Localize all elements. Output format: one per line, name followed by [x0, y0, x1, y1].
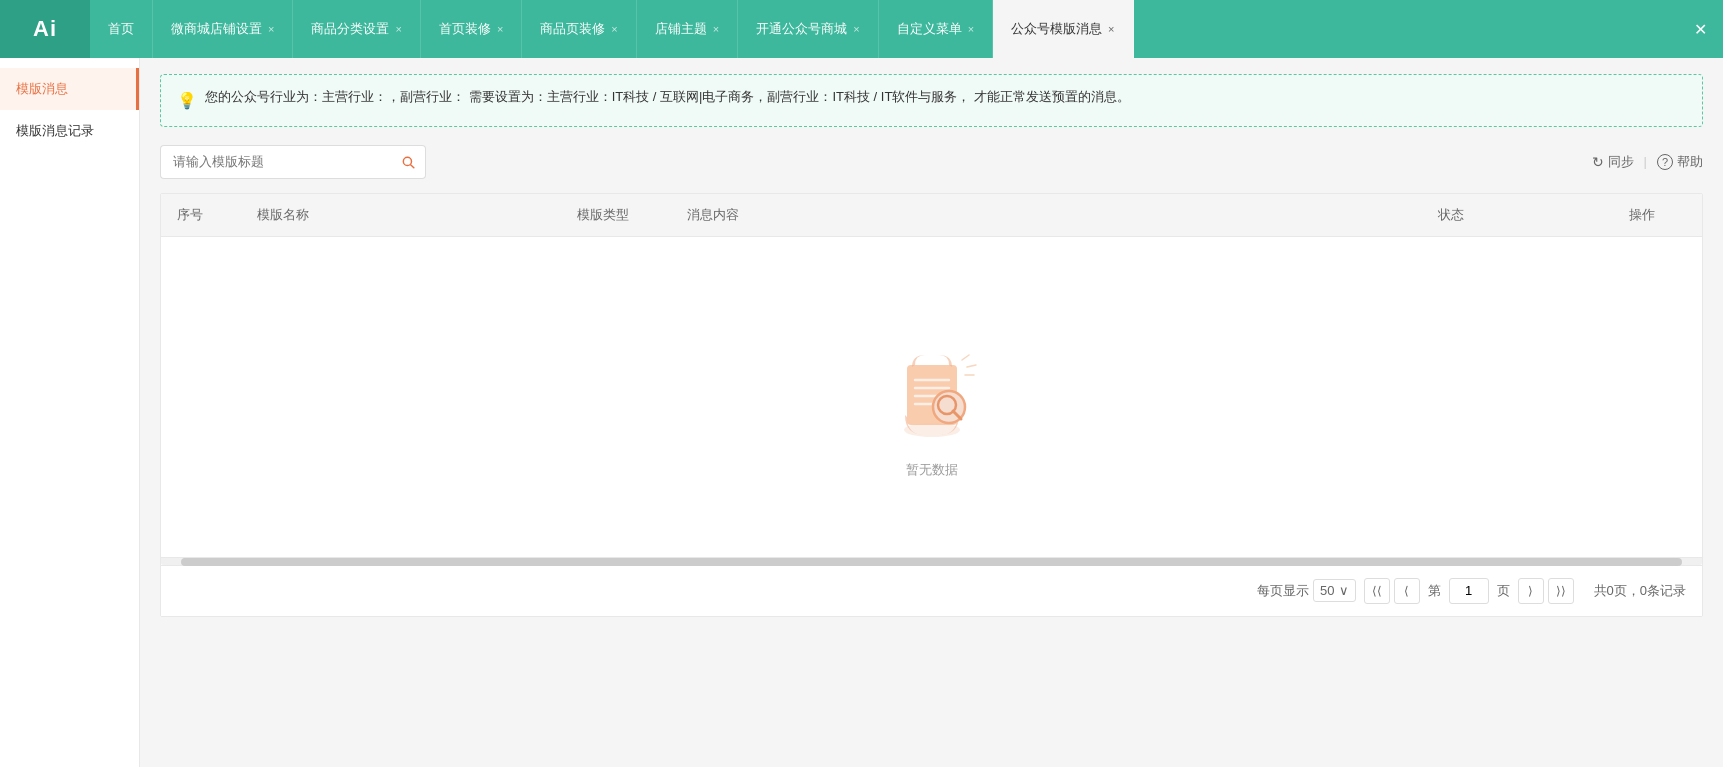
svg-line-12	[967, 365, 976, 367]
close-tab-weshop-icon[interactable]: ×	[268, 23, 274, 35]
page-size-select-box[interactable]: 50 ∨	[1313, 579, 1355, 602]
search-bar: ↻ 同步 | ? 帮助	[160, 145, 1703, 179]
table-header: 序号 模版名称 模版类型 消息内容 状态 操作	[161, 194, 1702, 237]
page-size-value: 50	[1320, 583, 1334, 598]
close-tab-homepage-icon[interactable]: ×	[497, 23, 503, 35]
close-tab-product-icon[interactable]: ×	[611, 23, 617, 35]
pagination: 每页显示 50 ∨ ⟨⟨ ⟨ 第 页 ⟩ ⟩⟩ 共0页，0条记录	[161, 565, 1702, 616]
total-info: 共0页，0条记录	[1594, 582, 1686, 600]
scrollbar-thumb[interactable]	[181, 558, 1682, 566]
last-page-button[interactable]: ⟩⟩	[1548, 578, 1574, 604]
search-icon	[401, 155, 415, 169]
nav-tab-menu[interactable]: 自定义菜单×	[879, 0, 993, 58]
svg-point-0	[403, 157, 411, 165]
close-tab-theme-icon[interactable]: ×	[713, 23, 719, 35]
data-table: 序号 模版名称 模版类型 消息内容 状态 操作	[160, 193, 1703, 617]
search-button[interactable]	[390, 145, 426, 179]
col-header-name: 模版名称	[241, 194, 561, 236]
nav-tabs: 首页微商城店铺设置×商品分类设置×首页装修×商品页装修×店铺主题×开通公众号商城…	[90, 0, 1678, 58]
help-icon: ?	[1657, 154, 1673, 170]
next-page-button[interactable]: ⟩	[1518, 578, 1544, 604]
svg-line-1	[410, 165, 413, 168]
empty-text: 暂无数据	[906, 461, 958, 479]
page-label-post: 页	[1497, 582, 1510, 600]
svg-line-11	[962, 355, 969, 360]
col-header-status: 状态	[1422, 194, 1582, 236]
search-right: ↻ 同步 | ? 帮助	[1592, 153, 1703, 171]
nav-tab-theme[interactable]: 店铺主题×	[637, 0, 738, 58]
close-tab-mall-icon[interactable]: ×	[853, 23, 859, 35]
page-label-pre: 第	[1428, 582, 1441, 600]
nav-tab-template[interactable]: 公众号模版消息×	[993, 0, 1133, 58]
nav-tab-category[interactable]: 商品分类设置×	[293, 0, 420, 58]
svg-point-2	[904, 423, 960, 437]
col-header-content: 消息内容	[671, 194, 1422, 236]
empty-illustration	[877, 335, 987, 445]
page-size-label: 每页显示	[1257, 582, 1309, 600]
help-button[interactable]: ? 帮助	[1657, 153, 1703, 171]
col-header-seq: 序号	[161, 194, 241, 236]
nav-tab-mall[interactable]: 开通公众号商城×	[738, 0, 878, 58]
search-input[interactable]	[160, 145, 390, 179]
top-navigation: Ai 首页微商城店铺设置×商品分类设置×首页装修×商品页装修×店铺主题×开通公众…	[0, 0, 1723, 58]
prev-page-button[interactable]: ⟨	[1394, 578, 1420, 604]
close-all-button[interactable]: ✕	[1678, 0, 1723, 58]
logo: Ai	[0, 0, 90, 58]
page-number-input[interactable]	[1449, 578, 1489, 604]
divider: |	[1644, 154, 1647, 169]
notice-text: 您的公众号行业为：主营行业：，副营行业： 需要设置为：主营行业：IT科技 / 互…	[205, 87, 1130, 108]
content-area: 💡 您的公众号行业为：主营行业：，副营行业： 需要设置为：主营行业：IT科技 /…	[140, 58, 1723, 767]
page-navigation: ⟨⟨ ⟨ 第 页 ⟩ ⟩⟩	[1364, 578, 1574, 604]
search-left	[160, 145, 426, 179]
sync-icon: ↻	[1592, 154, 1604, 170]
table-body-empty: 暂无数据	[161, 237, 1702, 557]
nav-tab-weshop[interactable]: 微商城店铺设置×	[153, 0, 293, 58]
col-header-action: 操作	[1582, 194, 1702, 236]
close-tab-menu-icon[interactable]: ×	[968, 23, 974, 35]
sidebar-item-template-msg[interactable]: 模版消息	[0, 68, 139, 110]
first-page-button[interactable]: ⟨⟨	[1364, 578, 1390, 604]
nav-tab-product[interactable]: 商品页装修×	[522, 0, 636, 58]
notice-icon: 💡	[177, 88, 197, 114]
nav-tab-homepage[interactable]: 首页装修×	[421, 0, 522, 58]
page-size-selector: 每页显示 50 ∨	[1257, 579, 1355, 602]
main-layout: 模版消息模版消息记录 💡 您的公众号行业为：主营行业：，副营行业： 需要设置为：…	[0, 58, 1723, 767]
nav-tab-home[interactable]: 首页	[90, 0, 153, 58]
chevron-down-icon: ∨	[1339, 583, 1349, 598]
sidebar: 模版消息模版消息记录	[0, 58, 140, 767]
horizontal-scrollbar[interactable]	[161, 557, 1702, 565]
sync-button[interactable]: ↻ 同步	[1592, 153, 1634, 171]
sidebar-item-template-log[interactable]: 模版消息记录	[0, 110, 139, 152]
col-header-type: 模版类型	[561, 194, 671, 236]
close-tab-category-icon[interactable]: ×	[395, 23, 401, 35]
close-tab-template-icon[interactable]: ×	[1108, 23, 1114, 35]
notice-box: 💡 您的公众号行业为：主营行业：，副营行业： 需要设置为：主营行业：IT科技 /…	[160, 74, 1703, 127]
